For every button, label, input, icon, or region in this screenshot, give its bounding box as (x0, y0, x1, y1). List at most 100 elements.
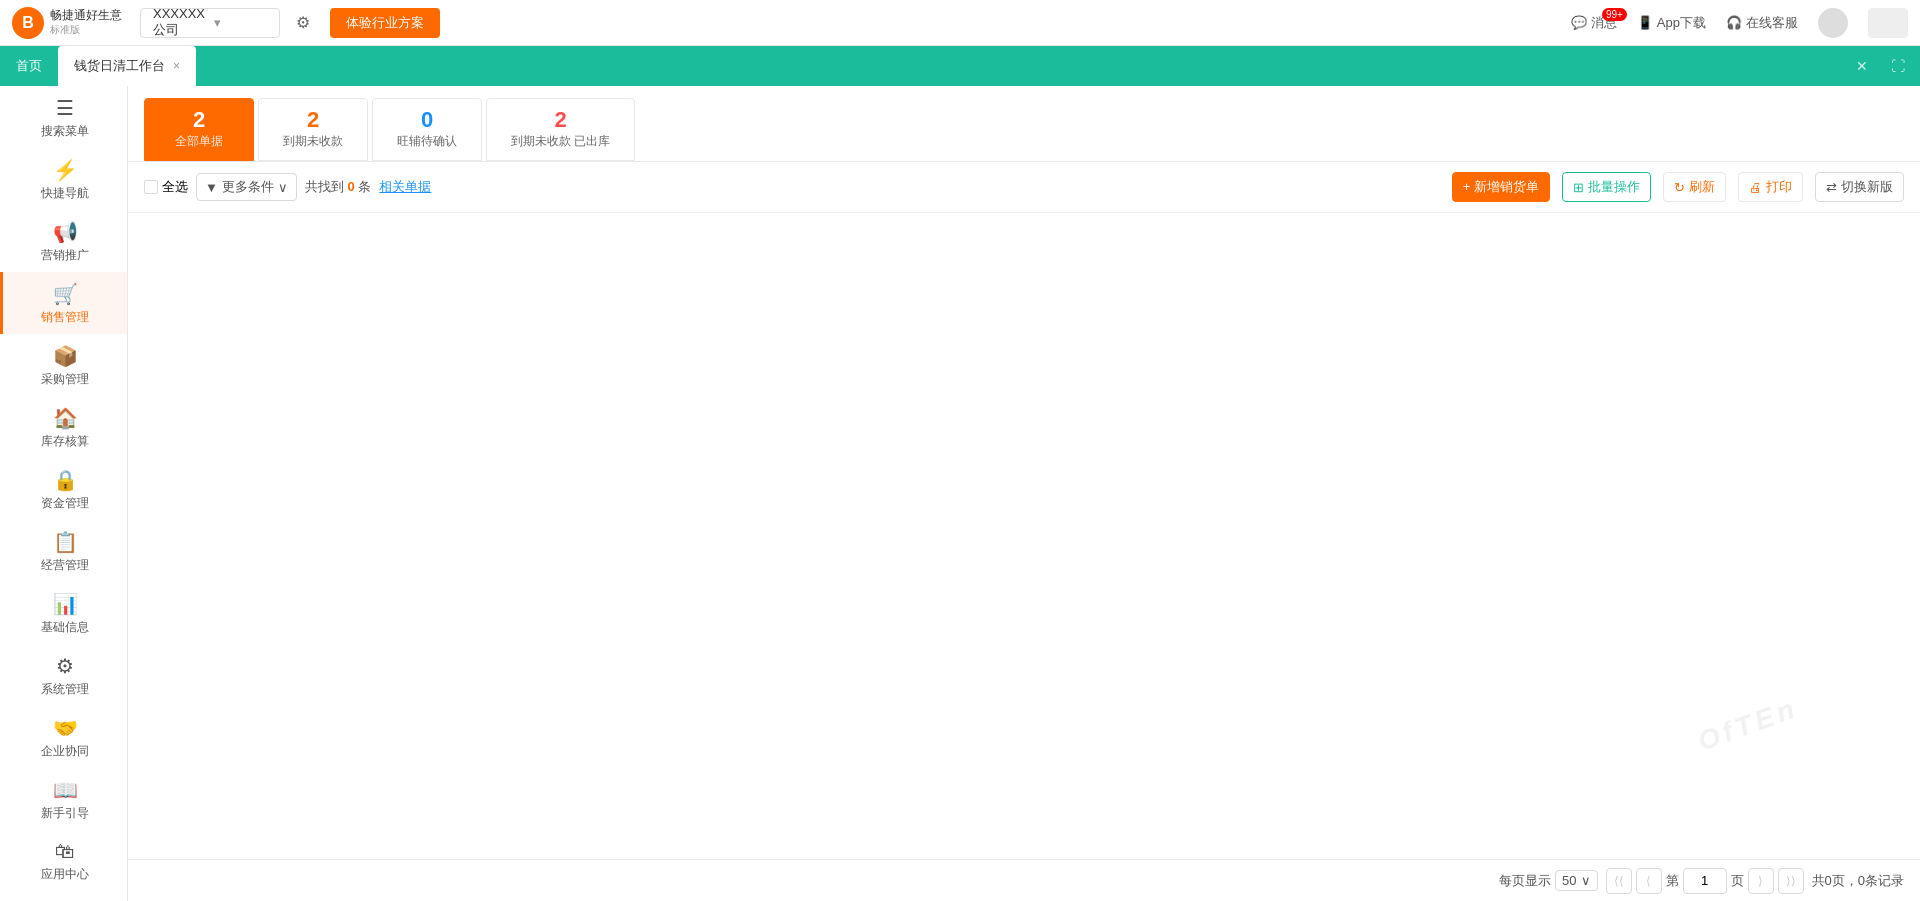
per-page-value: 50 (1562, 873, 1576, 888)
stat-label-overdue: 到期未收款 (283, 133, 343, 150)
user-menu[interactable] (1868, 8, 1908, 38)
sidebar-item-sales[interactable]: 🛒 销售管理 (0, 272, 127, 334)
stat-label-all: 全部单据 (175, 133, 223, 150)
print-label: 打印 (1766, 178, 1792, 196)
page-next-button[interactable]: ⟩ (1748, 868, 1774, 894)
tab-close-icon[interactable]: × (173, 59, 180, 73)
sidebar-label-purchase: 采购管理 (41, 371, 89, 388)
toolbar-right: + 新增销货单 ⊞ 批量操作 ↻ 刷新 🖨 打印 ⇄ 切换新版 (1452, 172, 1904, 202)
message-button[interactable]: 💬 消息 99+ (1571, 14, 1617, 32)
sidebar-item-system[interactable]: ⚙ 系统管理 (0, 644, 127, 706)
print-icon: 🖨 (1749, 180, 1762, 195)
sidebar-label-guide: 新手引导 (41, 805, 89, 822)
found-count: 0 (348, 179, 355, 194)
logo-icon: B (12, 7, 44, 39)
pagination-bar: 每页显示 50 ∨ ⟨⟨ ⟨ 第 页 ⟩ ⟩⟩ 共0页，0条记录 (128, 859, 1920, 901)
filter-chevron-icon: ∨ (278, 180, 288, 195)
online-service-label: 在线客服 (1746, 14, 1798, 32)
switch-version-button[interactable]: ⇄ 切换新版 (1815, 172, 1904, 202)
app-logo: B 畅捷通好生意 标准版 (12, 7, 140, 39)
refresh-icon: ↻ (1674, 180, 1685, 195)
chevron-down-icon: ▾ (214, 15, 267, 30)
company-selector[interactable]: XXXXXX公司 ▾ (140, 8, 280, 38)
add-sales-order-button[interactable]: + 新增销货单 (1452, 172, 1550, 202)
base-info-icon: 📊 (53, 592, 78, 616)
sidebar-label-operations: 经营管理 (41, 557, 89, 574)
sidebar-item-wechat[interactable]: 💬 企业微信 (0, 891, 127, 901)
sidebar-item-marketing[interactable]: 📢 营销推广 (0, 210, 127, 272)
page-last-button[interactable]: ⟩⟩ (1778, 868, 1804, 894)
settings-icon[interactable]: ⚙ (288, 8, 318, 38)
related-orders-link[interactable]: 相关单据 (379, 178, 431, 196)
online-service-icon: 🎧 (1726, 15, 1742, 30)
sidebar-label-system: 系统管理 (41, 681, 89, 698)
page-size-selector[interactable]: 每页显示 50 ∨ (1499, 870, 1597, 891)
sidebar-item-purchase[interactable]: 📦 采购管理 (0, 334, 127, 396)
found-text: 共找到 0 条 (305, 178, 371, 196)
app-download-button[interactable]: 📱 App下载 (1637, 14, 1706, 32)
filter-button[interactable]: ▼ 更多条件 ∨ (196, 173, 297, 201)
app-download-icon: 📱 (1637, 15, 1653, 30)
sidebar-item-inventory[interactable]: 🏠 库存核算 (0, 396, 127, 458)
finance-icon: 🔒 (53, 468, 78, 492)
search-menu-icon: ☰ (56, 96, 74, 120)
company-name: XXXXXX公司 (153, 6, 206, 39)
page-suffix: 页 (1731, 872, 1744, 890)
sidebar-item-base-info[interactable]: 📊 基础信息 (0, 582, 127, 644)
stat-tab-overdue[interactable]: 2 到期未收款 (258, 98, 368, 161)
checkbox-box[interactable] (144, 180, 158, 194)
stat-tab-shipped[interactable]: 2 到期未收款 已出库 (486, 98, 635, 161)
stat-count-wangfu: 0 (421, 107, 433, 133)
online-service-button[interactable]: 🎧 在线客服 (1726, 14, 1798, 32)
stat-tab-wangfu[interactable]: 0 旺辅待确认 (372, 98, 482, 161)
marketing-icon: 📢 (53, 220, 78, 244)
sales-icon: 🛒 (53, 282, 78, 306)
tab-home-label: 首页 (16, 57, 42, 75)
stat-tab-all[interactable]: 2 全部单据 (144, 98, 254, 161)
tab-active[interactable]: 钱货日清工作台 × (58, 46, 196, 86)
header-right: 💬 消息 99+ 📱 App下载 🎧 在线客服 (1571, 8, 1908, 38)
print-button[interactable]: 🖨 打印 (1738, 172, 1803, 202)
table-area (128, 213, 1920, 859)
tab-expand-icon[interactable]: ⛶ (1884, 52, 1912, 80)
app-body: ☰ 搜索菜单 ⚡ 快捷导航 📢 营销推广 🛒 销售管理 📦 采购管理 🏠 库存核… (0, 86, 1920, 901)
stat-count-overdue: 2 (307, 107, 319, 133)
per-page-chevron-icon: ∨ (1581, 873, 1591, 888)
sidebar-label-sales: 销售管理 (41, 309, 89, 326)
tab-home[interactable]: 首页 (0, 46, 58, 86)
batch-operation-button[interactable]: ⊞ 批量操作 (1562, 172, 1651, 202)
logo-text: 畅捷通好生意 (50, 8, 122, 24)
select-all-checkbox[interactable]: 全选 (144, 178, 188, 196)
sidebar-item-operations[interactable]: 📋 经营管理 (0, 520, 127, 582)
sidebar-item-search[interactable]: ☰ 搜索菜单 (0, 86, 127, 148)
page-input[interactable] (1683, 868, 1727, 894)
stat-count-shipped: 2 (555, 107, 567, 133)
refresh-button[interactable]: ↻ 刷新 (1663, 172, 1726, 202)
page-first-button[interactable]: ⟨⟨ (1606, 868, 1632, 894)
per-page-label: 每页显示 (1499, 872, 1551, 890)
found-suffix: 条 (358, 179, 371, 194)
sidebar-item-finance[interactable]: 🔒 资金管理 (0, 458, 127, 520)
sidebar-item-app-center[interactable]: 🛍 应用中心 (0, 830, 127, 891)
refresh-label: 刷新 (1689, 178, 1715, 196)
switch-icon: ⇄ (1826, 180, 1837, 195)
sidebar-item-quick-nav[interactable]: ⚡ 快捷导航 (0, 148, 127, 210)
app-center-icon: 🛍 (55, 840, 75, 863)
system-icon: ⚙ (56, 654, 74, 678)
page-prev-button[interactable]: ⟨ (1636, 868, 1662, 894)
stat-label-wangfu: 旺辅待确认 (397, 133, 457, 150)
avatar[interactable] (1818, 8, 1848, 38)
sidebar-item-collab[interactable]: 🤝 企业协同 (0, 706, 127, 768)
select-all-label: 全选 (162, 178, 188, 196)
stats-tabs: 2 全部单据 2 到期未收款 0 旺辅待确认 2 到期未收款 已出库 (128, 86, 1920, 162)
sidebar-label-search: 搜索菜单 (41, 123, 89, 140)
batch-icon: ⊞ (1573, 180, 1584, 195)
message-icon: 💬 (1571, 15, 1587, 30)
sidebar-label-finance: 资金管理 (41, 495, 89, 512)
tab-close-window-icon[interactable]: ✕ (1848, 52, 1876, 80)
sidebar-item-guide[interactable]: 📖 新手引导 (0, 768, 127, 830)
trial-button[interactable]: 体验行业方案 (330, 8, 440, 38)
header: B 畅捷通好生意 标准版 XXXXXX公司 ▾ ⚙ 体验行业方案 💬 消息 99… (0, 0, 1920, 46)
total-records-label: 共0页，0条记录 (1812, 872, 1904, 890)
per-page-select[interactable]: 50 ∨ (1555, 870, 1597, 891)
